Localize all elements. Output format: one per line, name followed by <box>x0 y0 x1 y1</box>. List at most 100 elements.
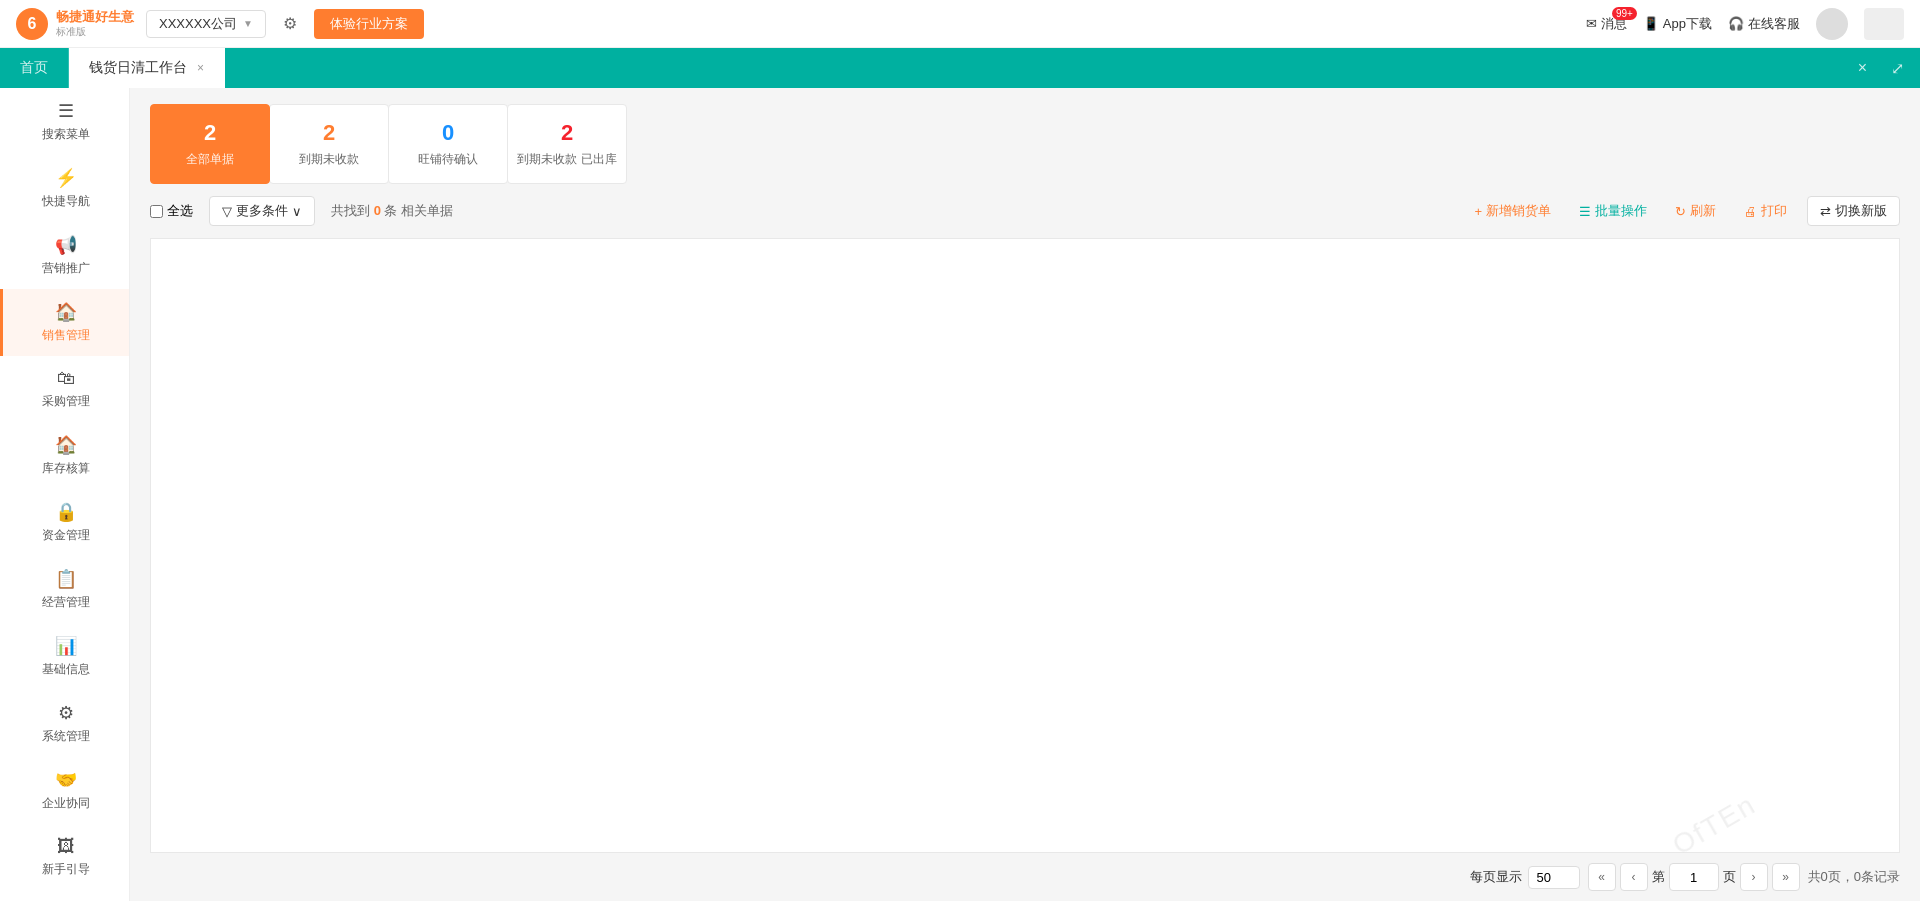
stat-num-all: 2 <box>204 120 216 146</box>
count-unit: 条 <box>384 203 397 218</box>
close-window-icon[interactable]: × <box>1850 55 1875 81</box>
stat-label-shipped: 到期未收款 已出库 <box>517 151 616 168</box>
sales-icon: 🏠 <box>55 301 77 323</box>
stat-card-shipped[interactable]: 2 到期未收款 已出库 <box>507 104 627 184</box>
logo-text: 畅捷通好生意 标准版 <box>56 9 134 39</box>
sidebar-item-nav[interactable]: ⚡ 快捷导航 <box>0 155 129 222</box>
try-industry-button[interactable]: 体验行业方案 <box>314 9 424 39</box>
app-download-button[interactable]: 📱 App下载 <box>1643 15 1712 33</box>
sidebar-item-apps[interactable]: 📦 应用中心 <box>0 890 129 901</box>
stat-card-all[interactable]: 2 全部单据 <box>150 104 270 184</box>
select-all-checkbox[interactable]: 全选 <box>150 202 193 220</box>
last-page-button[interactable]: » <box>1772 863 1800 891</box>
sidebar-item-search[interactable]: ☰ 搜索菜单 <box>0 88 129 155</box>
stat-card-overdue[interactable]: 2 到期未收款 <box>269 104 389 184</box>
sidebar-item-guide[interactable]: 🖼 新手引导 <box>0 824 129 890</box>
sidebar-item-system[interactable]: ⚙ 系统管理 <box>0 690 129 757</box>
nav-tabs: 首页 钱货日清工作台 × × ⤢ <box>0 48 1920 88</box>
print-icon: 🖨 <box>1744 204 1757 219</box>
message-badge: 99+ <box>1612 7 1637 20</box>
sidebar-nav-label: 快捷导航 <box>42 193 90 210</box>
sidebar-enterprise-label: 企业协同 <box>42 795 90 812</box>
add-icon: + <box>1474 204 1482 219</box>
print-button[interactable]: 🖨 打印 <box>1736 198 1795 224</box>
nav-tab-actions: × ⤢ <box>1850 48 1920 88</box>
filter-label: 更多条件 <box>236 202 288 220</box>
purchase-icon: 🛍 <box>57 368 75 389</box>
avatar[interactable] <box>1816 8 1848 40</box>
sidebar-item-marketing[interactable]: 📢 营销推广 <box>0 222 129 289</box>
system-icon: ⚙ <box>58 702 74 724</box>
table-area <box>150 238 1900 853</box>
top-header: 6 畅捷通好生意 标准版 XXXXXX公司 ▼ ⚙ 体验行业方案 ✉ 消息 99… <box>0 0 1920 48</box>
logo-sub: 标准版 <box>56 25 134 38</box>
search-menu-icon: ☰ <box>58 100 74 122</box>
per-page-selector[interactable]: 10 20 50 100 <box>1528 866 1580 889</box>
filter-button[interactable]: ▽ 更多条件 ∨ <box>209 196 315 226</box>
sidebar-operation-label: 经营管理 <box>42 594 90 611</box>
nav-icon: ⚡ <box>55 167 77 189</box>
sidebar-guide-label: 新手引导 <box>42 861 90 878</box>
guide-icon: 🖼 <box>57 836 75 857</box>
header-right: ✉ 消息 99+ 📱 App下载 🎧 在线客服 <box>1586 8 1904 40</box>
sidebar-item-operation[interactable]: 📋 经营管理 <box>0 556 129 623</box>
maximize-icon[interactable]: ⤢ <box>1883 55 1912 82</box>
marketing-icon: 📢 <box>55 234 77 256</box>
print-label: 打印 <box>1761 202 1787 220</box>
user-name-area[interactable] <box>1864 8 1904 40</box>
sidebar-system-label: 系统管理 <box>42 728 90 745</box>
total-text: 共0页，0条记录 <box>1808 868 1900 886</box>
batch-button[interactable]: ☰ 批量操作 <box>1571 198 1655 224</box>
stat-num-shipped: 2 <box>561 120 573 146</box>
page-input[interactable] <box>1669 863 1719 891</box>
filter-icon: ▽ <box>222 204 232 219</box>
online-service-button[interactable]: 🎧 在线客服 <box>1728 15 1800 33</box>
prev-page-button[interactable]: ‹ <box>1620 863 1648 891</box>
logo-main: 畅捷通好生意 <box>56 9 134 26</box>
tab-home-label: 首页 <box>20 59 48 77</box>
sidebar-item-inventory[interactable]: 🏠 库存核算 <box>0 422 129 489</box>
first-page-button[interactable]: « <box>1588 863 1616 891</box>
batch-label: 批量操作 <box>1595 202 1647 220</box>
sidebar-item-purchase[interactable]: 🛍 采购管理 <box>0 356 129 422</box>
count-text: 共找到 0 条 相关单据 <box>331 202 453 220</box>
online-service-label: 在线客服 <box>1748 15 1800 33</box>
message-icon: ✉ <box>1586 16 1597 31</box>
message-button[interactable]: ✉ 消息 99+ <box>1586 15 1627 33</box>
finance-icon: 🔒 <box>55 501 77 523</box>
settings-icon[interactable]: ⚙ <box>274 8 306 40</box>
select-all-label: 全选 <box>167 202 193 220</box>
main-layout: ☰ 搜索菜单 ⚡ 快捷导航 📢 营销推广 🏠 销售管理 🛍 采购管理 🏠 库存核… <box>0 88 1920 901</box>
chevron-down-icon: ▼ <box>243 18 253 29</box>
stat-label-pending: 旺铺待确认 <box>418 151 478 168</box>
tab-home[interactable]: 首页 <box>0 48 69 88</box>
refresh-button[interactable]: ↻ 刷新 <box>1667 198 1724 224</box>
toolbar: 全选 ▽ 更多条件 ∨ 共找到 0 条 相关单据 + 新增销货单 ☰ <box>130 184 1920 238</box>
toolbar-right: + 新增销货单 ☰ 批量操作 ↻ 刷新 🖨 打印 ⇄ 切换新版 <box>1466 196 1900 226</box>
new-order-button[interactable]: + 新增销货单 <box>1466 198 1559 224</box>
sidebar-item-finance[interactable]: 🔒 资金管理 <box>0 489 129 556</box>
tab-workbench-label: 钱货日清工作台 <box>89 59 187 77</box>
next-page-button[interactable]: › <box>1740 863 1768 891</box>
basic-icon: 📊 <box>55 635 77 657</box>
company-selector[interactable]: XXXXXX公司 ▼ <box>146 10 266 38</box>
close-tab-icon[interactable]: × <box>197 61 204 75</box>
select-all-input[interactable] <box>150 205 163 218</box>
sidebar-purchase-label: 采购管理 <box>42 393 90 410</box>
sidebar-item-sales[interactable]: 🏠 销售管理 <box>0 289 129 356</box>
switch-label: 切换新版 <box>1835 202 1887 220</box>
refresh-icon: ↻ <box>1675 204 1686 219</box>
stat-card-pending[interactable]: 0 旺铺待确认 <box>388 104 508 184</box>
tab-workbench[interactable]: 钱货日清工作台 × <box>69 48 225 88</box>
sidebar-inventory-label: 库存核算 <box>42 460 90 477</box>
page-nav: « ‹ 第 页 › » <box>1588 863 1800 891</box>
per-page-label: 每页显示 <box>1470 868 1522 886</box>
sidebar-marketing-label: 营销推广 <box>42 260 90 277</box>
filter-arrow-icon: ∨ <box>292 204 302 219</box>
sidebar-item-enterprise[interactable]: 🤝 企业协同 <box>0 757 129 824</box>
app-download-label: App下载 <box>1663 15 1712 33</box>
stats-row: 2 全部单据 2 到期未收款 0 旺铺待确认 2 到期未收款 已出库 <box>130 88 1920 184</box>
switch-new-button[interactable]: ⇄ 切换新版 <box>1807 196 1900 226</box>
page-label: 第 <box>1652 868 1665 886</box>
sidebar-item-basic[interactable]: 📊 基础信息 <box>0 623 129 690</box>
